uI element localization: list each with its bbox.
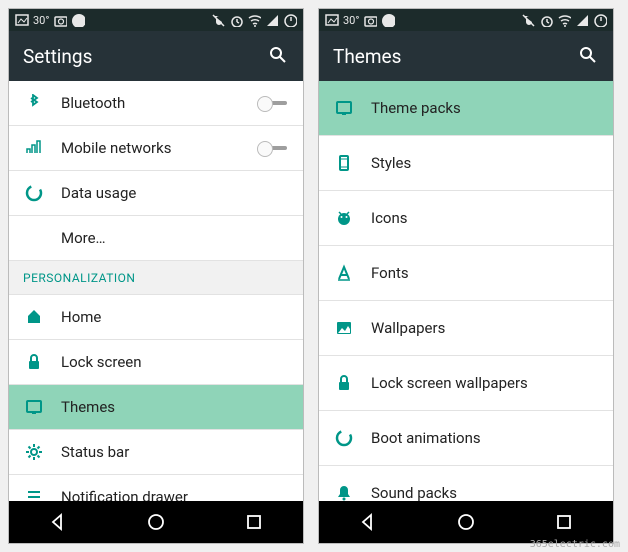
row-label: Bluetooth	[61, 94, 241, 112]
row-label: Lock screen	[61, 353, 289, 371]
alarm-icon	[229, 13, 243, 27]
row-label: Themes	[61, 398, 289, 416]
image-icon	[333, 319, 355, 337]
nav-recent[interactable]	[534, 501, 594, 543]
row-lock-screen[interactable]: Lock screen	[9, 340, 303, 385]
picture-icon	[325, 13, 339, 27]
row-bluetooth[interactable]: Bluetooth	[9, 81, 303, 126]
clock-icon	[283, 13, 297, 27]
row-label: Notification drawer	[61, 488, 289, 501]
row-label: Icons	[371, 209, 599, 227]
row-mobile-networks[interactable]: Mobile networks	[9, 126, 303, 171]
status-bar: 30°	[9, 9, 303, 31]
row-label: Wallpapers	[371, 319, 599, 337]
row-status-bar[interactable]: Status bar	[9, 430, 303, 475]
home-icon	[23, 308, 45, 326]
row-more[interactable]: More…	[9, 216, 303, 261]
themes-icon	[23, 398, 45, 416]
watermark: 365electric.com	[530, 539, 620, 550]
row-lock-wallpapers[interactable]: Lock screen wallpapers	[319, 356, 613, 411]
row-notification-drawer[interactable]: Notification drawer	[9, 475, 303, 501]
wifi-icon	[247, 13, 261, 27]
row-boot-animations[interactable]: Boot animations	[319, 411, 613, 466]
themes-screen: 30° Themes Theme packs Styles Icons	[318, 8, 614, 544]
app-bar: Themes	[319, 31, 613, 81]
nav-back[interactable]	[338, 501, 398, 543]
android-icon	[333, 209, 355, 227]
signal-strength-icon	[265, 13, 279, 27]
themes-icon	[333, 99, 355, 117]
bluetooth-icon	[23, 94, 45, 112]
nav-recent[interactable]	[224, 501, 284, 543]
bell-icon	[333, 484, 355, 501]
row-theme-packs[interactable]: Theme packs	[319, 81, 613, 136]
whatsapp-icon	[381, 13, 395, 27]
themes-list: Theme packs Styles Icons Fonts Wallpaper…	[319, 81, 613, 501]
nav-home[interactable]	[126, 501, 186, 543]
lock-icon	[333, 374, 355, 392]
row-label: More…	[61, 229, 289, 247]
search-icon[interactable]	[269, 46, 289, 66]
row-label: Boot animations	[371, 429, 599, 447]
row-label: Lock screen wallpapers	[371, 374, 599, 392]
camera-icon	[53, 13, 67, 27]
mute-icon	[521, 13, 535, 27]
row-label: Theme packs	[371, 99, 599, 117]
row-label: Status bar	[61, 443, 289, 461]
row-fonts[interactable]: Fonts	[319, 246, 613, 301]
wifi-icon	[557, 13, 571, 27]
row-home[interactable]: Home	[9, 295, 303, 340]
row-themes[interactable]: Themes	[9, 385, 303, 430]
signal-icon	[23, 139, 45, 157]
data-usage-icon	[333, 429, 355, 447]
page-title: Settings	[23, 45, 92, 68]
row-label: Data usage	[61, 184, 289, 202]
bluetooth-toggle[interactable]	[257, 96, 289, 110]
row-label: Sound packs	[371, 484, 599, 501]
row-icons[interactable]: Icons	[319, 191, 613, 246]
search-icon[interactable]	[579, 46, 599, 66]
data-usage-icon	[23, 184, 45, 202]
mute-icon	[211, 13, 225, 27]
nav-bar	[319, 501, 613, 543]
row-label: Fonts	[371, 264, 599, 282]
row-data-usage[interactable]: Data usage	[9, 171, 303, 216]
row-label: Home	[61, 308, 289, 326]
signal-strength-icon	[575, 13, 589, 27]
mobile-networks-toggle[interactable]	[257, 141, 289, 155]
settings-list: Bluetooth Mobile networks Data usage Mor…	[9, 81, 303, 501]
row-styles[interactable]: Styles	[319, 136, 613, 191]
settings-screen: 30° Settings Bluetooth Mobile networks	[8, 8, 304, 544]
styles-icon	[333, 154, 355, 172]
nav-home[interactable]	[436, 501, 496, 543]
row-label: Mobile networks	[61, 139, 241, 157]
nav-back[interactable]	[28, 501, 88, 543]
whatsapp-icon	[71, 13, 85, 27]
font-icon	[333, 264, 355, 282]
alarm-icon	[539, 13, 553, 27]
temperature: 30°	[33, 14, 49, 27]
app-bar: Settings	[9, 31, 303, 81]
picture-icon	[15, 13, 29, 27]
page-title: Themes	[333, 45, 401, 68]
gear-icon	[23, 443, 45, 461]
lock-icon	[23, 353, 45, 371]
row-sound-packs[interactable]: Sound packs	[319, 466, 613, 501]
temperature: 30°	[343, 14, 359, 27]
status-bar: 30°	[319, 9, 613, 31]
section-personalization: Personalization	[9, 261, 303, 295]
list-icon	[23, 488, 45, 501]
nav-bar	[9, 501, 303, 543]
clock-icon	[593, 13, 607, 27]
row-wallpapers[interactable]: Wallpapers	[319, 301, 613, 356]
row-label: Styles	[371, 154, 599, 172]
camera-icon	[363, 13, 377, 27]
